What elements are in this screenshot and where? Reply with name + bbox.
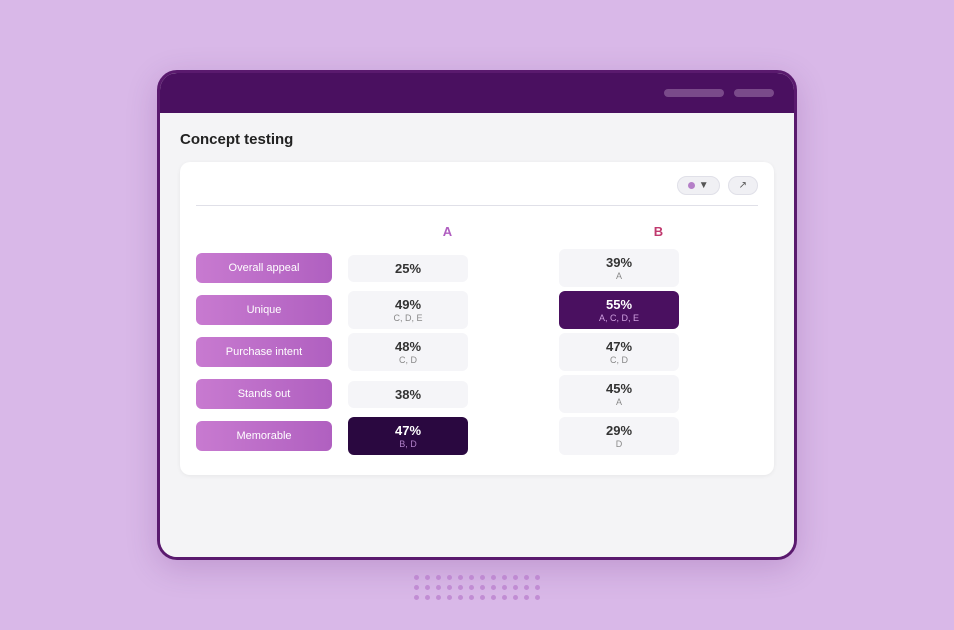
filter-label: ▼ (699, 180, 709, 191)
toolbar-btn-filter[interactable]: ▼ (677, 176, 720, 195)
top-bar (160, 73, 794, 113)
main-card: ▼ ↗ A B Overall appeal (180, 162, 774, 475)
dots-row-3 (414, 595, 540, 600)
row-label: Memorable (196, 421, 332, 451)
expand-label: ↗ (739, 180, 747, 191)
device-content: Concept testing ▼ ↗ A (160, 113, 794, 557)
dots-decoration (414, 575, 540, 600)
table-row: Purchase intent 48%C, D 47%C, D (196, 333, 758, 371)
data-table: A B Overall appeal 25% 39%A Unique 49%C, D, … (196, 220, 758, 459)
dots-row-2 (414, 585, 540, 590)
cell-b: 45%A (559, 375, 679, 413)
card-toolbar: ▼ ↗ (196, 176, 758, 195)
row-label: Stands out (196, 379, 332, 409)
cell-b: 29%D (559, 417, 679, 455)
col-header-b: B (559, 224, 758, 245)
toolbar-btn-expand[interactable]: ↗ (728, 176, 758, 195)
table-row: Stands out 38% 45%A (196, 375, 758, 413)
top-bar-pill-1 (664, 89, 724, 97)
filter-icon (688, 182, 695, 189)
table-row: Memorable 47%B, D 29%D (196, 417, 758, 455)
cell-b: 47%C, D (559, 333, 679, 371)
device-frame: Concept testing ▼ ↗ A (157, 70, 797, 560)
col-header-a: A (348, 224, 547, 245)
table-row: Overall appeal 25% 39%A (196, 249, 758, 287)
cell-a: 49%C, D, E (348, 291, 468, 329)
cell-a: 48%C, D (348, 333, 468, 371)
row-label: Unique (196, 295, 332, 325)
cell-a: 47%B, D (348, 417, 468, 455)
cell-b: 55%A, C, D, E (559, 291, 679, 329)
row-label: Overall appeal (196, 253, 332, 283)
row-label: Purchase intent (196, 337, 332, 367)
col-header-empty (196, 224, 336, 245)
page-title: Concept testing (180, 131, 774, 148)
dots-row-1 (414, 575, 540, 580)
cell-a: 38% (348, 381, 468, 408)
top-bar-pill-2 (734, 89, 774, 97)
table-row: Unique 49%C, D, E 55%A, C, D, E (196, 291, 758, 329)
cell-b: 39%A (559, 249, 679, 287)
cell-a: 25% (348, 255, 468, 282)
card-divider (196, 205, 758, 206)
